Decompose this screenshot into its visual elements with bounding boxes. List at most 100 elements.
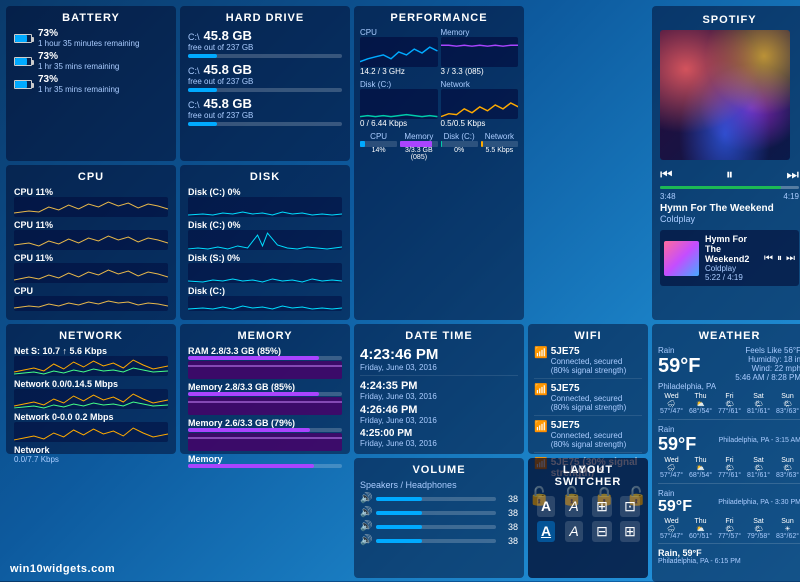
wifi-status-2: Connected, secured (80% signal strength)	[551, 394, 642, 412]
weather-loc-2: Philadelphia, PA - 3:15 AM	[719, 437, 800, 444]
disk-spark-2	[188, 230, 342, 250]
cpu-label-3: CPU 11%	[14, 253, 168, 263]
vol-icon-2: 🔊	[360, 507, 372, 518]
vol-icon-1: 🔊	[360, 493, 372, 504]
progress-bar-bg[interactable]	[660, 186, 799, 189]
volume-widget: VOLUME Speakers / Headphones 🔊 38 🔊 38 🔊	[354, 458, 524, 578]
perf-net-val: 0.5/0.5 Kbps	[441, 119, 519, 128]
perf-bar-net: Network 5.5 Kbps	[481, 132, 518, 161]
progress-bar-fill	[660, 186, 781, 189]
spotify-next-btn[interactable]: ⏭	[786, 166, 799, 183]
wifi-item-1: 📶 5JE75 Connected, secured (80% signal s…	[534, 346, 642, 379]
dt-item-2: 4:26:46 PM Friday, June 03, 2016	[360, 404, 518, 425]
main-layout: BATTERY 73% 1 hour 35 minutes remaining …	[0, 0, 800, 581]
spotify-widget: SPOTIFY ⏮ ⏸ ⏭ 3:48 4:19 Hymn For The Wee…	[652, 6, 800, 320]
perf-cpu-val: 14.2 / 3 GHz	[360, 67, 438, 76]
mem-chart-svg	[441, 37, 519, 67]
spotify-artist: Coldplay	[660, 214, 799, 224]
disk-item-2: Disk (C:) 0%	[188, 220, 342, 250]
wifi-widget: WIFI 📶 5JE75 Connected, secured (80% sig…	[528, 324, 648, 454]
harddrive-widget: HARD DRIVE C:\ 45.8 GB free out of 237 G…	[180, 6, 350, 161]
disk-item-3: Disk (S:) 0%	[188, 253, 342, 283]
spotify-play-btn[interactable]: ⏸	[726, 166, 733, 183]
wifi-ssid-2: 5JE75	[551, 383, 642, 394]
disk-label-1: Disk (C:) 0%	[188, 187, 342, 197]
wifi-signal-icon-2: 📶	[534, 383, 548, 396]
weather-sunrise-1: 5:46 AM / 8:28 PM	[735, 373, 800, 382]
dt-time-1: 4:24:35 PM	[360, 380, 518, 392]
weather-cond-1: Rain	[658, 346, 700, 355]
album-art-inner	[660, 30, 790, 160]
vol-icon-4: 🔊	[360, 535, 372, 546]
spotify-time-current: 3:48	[660, 192, 676, 201]
weather-loc-3: Philadelphia, PA - 3:30 PM	[718, 499, 800, 506]
mem-item-1: RAM 2.8/3.3 GB (85%)	[188, 346, 342, 379]
weather-item-3: Rain 59°F Philadelphia, PA - 3:30 PM Wed…	[658, 489, 800, 544]
vol-val-4: 38	[500, 536, 518, 546]
perf-bar-cpu: CPU 14%	[360, 132, 397, 161]
disk-chart-svg	[360, 89, 438, 119]
net-sub-4: 0.0/7.7 Kbps	[14, 455, 168, 464]
cpu-title: CPU	[14, 171, 168, 183]
mem-label-4: Memory	[188, 454, 342, 464]
mem-label-1: RAM 2.8/3.3 GB (85%)	[188, 346, 342, 356]
cpu-item-2: CPU 11%	[14, 220, 168, 250]
layout-icon-1[interactable]: A	[537, 496, 555, 517]
cpu-spark-1	[14, 197, 168, 217]
mem-label-3: Memory 2.6/3.3 GB (79%)	[188, 418, 342, 428]
cpu-spark-2	[14, 230, 168, 250]
spotify-title: SPOTIFY	[660, 14, 799, 26]
mini-next-btn-1[interactable]: ⏭	[786, 253, 795, 264]
harddrive-title: HARD DRIVE	[188, 12, 342, 24]
spotify-prev-btn[interactable]: ⏮	[660, 166, 673, 183]
memory-widget: MEMORY RAM 2.8/3.3 GB (85%) Memory 2.8/3…	[180, 324, 350, 454]
layout-icon-8[interactable]: ⊞	[620, 521, 640, 542]
battery-item-2: 73% 1 hr 35 mins remaining	[14, 51, 168, 71]
vol-item-4: 🔊 38	[360, 535, 518, 546]
layout-icon-4[interactable]: ⊡	[620, 496, 640, 517]
battery-title: BATTERY	[14, 12, 168, 24]
mem-spark-2	[188, 397, 342, 415]
wifi-item-2: 📶 5JE75 Connected, secured (80% signal s…	[534, 383, 642, 416]
perf-mem-val: 3 / 3.3 (085)	[441, 67, 519, 76]
wifi-ssid-3: 5JE75	[551, 420, 642, 431]
memory-title: MEMORY	[188, 330, 342, 342]
net-chart-svg	[441, 89, 519, 119]
mini-track-1: Hymn For The Weekend2	[705, 234, 758, 264]
weather-item-2: Rain 59°F Philadelphia, PA - 3:15 AM Wed…	[658, 425, 800, 484]
cpu-label-4: CPU	[14, 286, 168, 296]
mini-prev-btn-1[interactable]: ⏮	[764, 253, 773, 264]
net-item-1: Net S: 10.7 ↑ 5.6 Kbps	[14, 346, 168, 376]
disk-title: DISK	[188, 171, 342, 183]
layout-icon-6[interactable]: A	[565, 521, 582, 542]
dt-main: 4:23:46 PM Friday, June 03, 2016	[360, 346, 518, 376]
vol-item-3: 🔊 38	[360, 521, 518, 532]
weather-forecast-1: Wed🌧57°/47° Thu⛅68°/54° Fri🌤77°/61° Sat🌤…	[658, 393, 800, 415]
battery-sub-2: 1 hr 35 mins remaining	[38, 62, 119, 71]
mem-label-2: Memory 2.8/3.3 GB (85%)	[188, 382, 342, 392]
dt-time-2: 4:26:46 PM	[360, 404, 518, 416]
layout-icon-2[interactable]: A	[565, 496, 582, 517]
mem-item-2: Memory 2.8/3.3 GB (85%)	[188, 382, 342, 415]
mem-item-4: Memory	[188, 454, 342, 468]
disk-item-1: Disk (C:) 0%	[188, 187, 342, 217]
weather-cond-4: Rain, 59°F	[658, 548, 800, 558]
layout-icon-3[interactable]: ⊞	[592, 496, 612, 517]
weather-detail-1: Feels Like 56°F	[735, 346, 800, 355]
weather-item-1: Rain 59°F Feels Like 56°F Humidity: 18 i…	[658, 346, 800, 420]
disk-widget: DISK Disk (C:) 0% Disk (C:) 0% Disk	[180, 165, 350, 320]
drive-size-3: 45.8 GB	[204, 96, 252, 111]
perf-disk-val: 0 / 6.44 Kbps	[360, 119, 438, 128]
perf-cpu-mini: CPU 14.2 / 3 GHz	[360, 28, 438, 76]
perf-disk-label: Disk (C:)	[360, 80, 438, 89]
layout-icon-5[interactable]: A	[537, 521, 555, 542]
drive-label-2: C:\	[188, 66, 200, 76]
battery-icon-2	[14, 57, 32, 66]
drive-free-2: free out of 237 GB	[188, 77, 342, 86]
layout-icons-row: A A ⊞ ⊡ A A ⊟ ⊞	[534, 492, 642, 546]
mini-play-btn-1[interactable]: ⏸	[777, 253, 782, 264]
layout-icon-7[interactable]: ⊟	[592, 521, 612, 542]
perf-bar-disk: Disk (C:) 0%	[441, 132, 478, 161]
drive-item-3: C:\ 45.8 GB free out of 237 GB	[188, 96, 342, 126]
drive-label-3: C:\	[188, 100, 200, 110]
